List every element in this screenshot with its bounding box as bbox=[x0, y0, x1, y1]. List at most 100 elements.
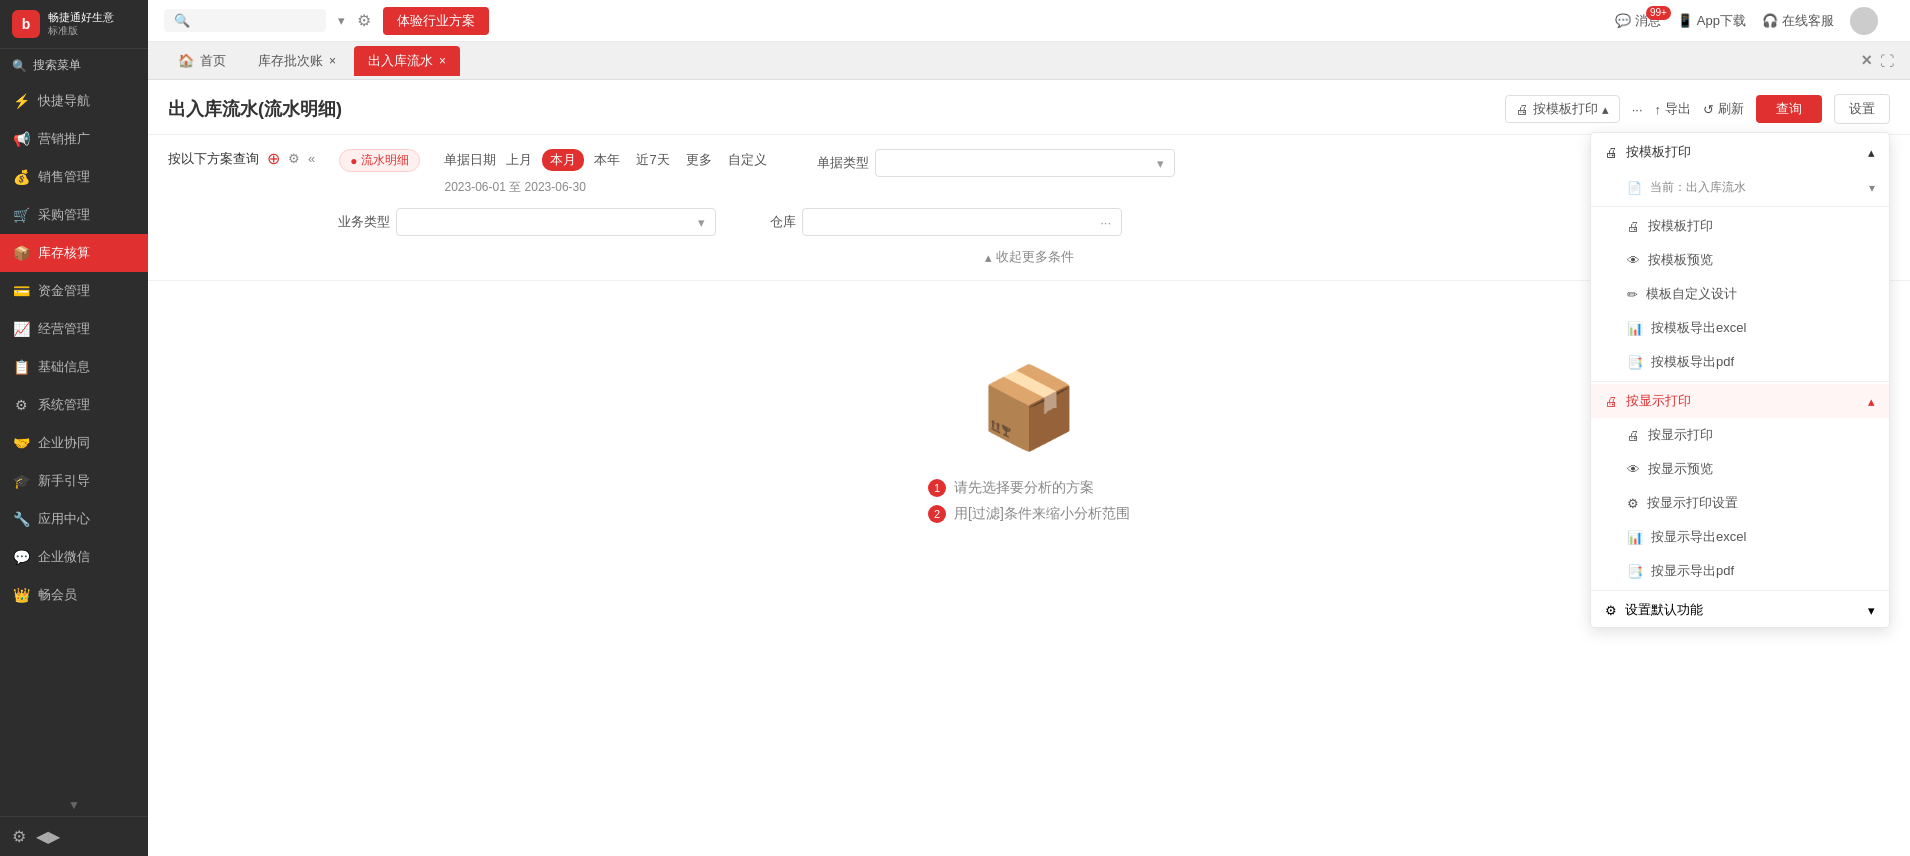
warehouse-select[interactable]: ··· bbox=[802, 208, 1122, 236]
sidebar: b 畅捷通好生意 标准版 🔍 搜索菜单 ⚡ 快捷导航 📢 营销推广 💰 销售管理… bbox=[0, 0, 148, 856]
date-last-month[interactable]: 上月 bbox=[500, 149, 538, 171]
header-search-input[interactable] bbox=[196, 14, 316, 28]
add-filter-icon[interactable]: ⊕ bbox=[267, 149, 280, 168]
display-print-section-header[interactable]: 🖨 按显示打印 ▴ bbox=[1591, 384, 1889, 418]
export-icon: ↑ bbox=[1655, 102, 1662, 117]
sidebar-item-collab[interactable]: 🤝 企业协同 bbox=[0, 424, 148, 462]
dropdown-printer-icon: 🖨 bbox=[1605, 145, 1618, 160]
printer-icon: 🖨 bbox=[1516, 102, 1529, 117]
close-panel-button[interactable]: × bbox=[1861, 50, 1872, 71]
display-preview-item[interactable]: 👁 按显示预览 bbox=[1591, 452, 1889, 486]
display-section-label: 按显示打印 bbox=[1626, 392, 1691, 410]
date-this-month[interactable]: 本月 bbox=[542, 149, 584, 171]
template-pdf-item[interactable]: 📑 按模板导出pdf bbox=[1591, 345, 1889, 379]
header-gear-icon[interactable]: ⚙ bbox=[357, 11, 371, 30]
page-actions: 🖨 按模板打印 ▴ ··· ↑ 导出 ↺ 刷新 查询 设置 bbox=[1505, 94, 1890, 124]
collapse-filter-icon[interactable]: « bbox=[308, 151, 315, 166]
template-preview-item[interactable]: 👁 按模板预览 bbox=[1591, 243, 1889, 277]
template-excel-item[interactable]: 📊 按模板导出excel bbox=[1591, 311, 1889, 345]
sidebar-item-inventory[interactable]: 📦 库存核算 bbox=[0, 234, 148, 272]
export-button[interactable]: ↑ 导出 bbox=[1655, 100, 1692, 118]
filter-tag-label: 流水明细 bbox=[361, 152, 409, 169]
tab-flow-water[interactable]: 出入库流水 × bbox=[354, 46, 460, 76]
ellipsis-icon: ··· bbox=[1632, 102, 1643, 117]
sidebar-item-label: 库存核算 bbox=[38, 244, 90, 262]
user-avatar[interactable] bbox=[1850, 7, 1878, 35]
sales-icon: 💰 bbox=[12, 169, 30, 185]
dropdown-current-template[interactable]: 📄 当前：出入库流水 ▾ bbox=[1591, 171, 1889, 204]
sidebar-item-system[interactable]: ⚙ 系统管理 bbox=[0, 386, 148, 424]
tab-batch-close-icon[interactable]: × bbox=[329, 54, 336, 68]
settings-button[interactable]: 设置 bbox=[1834, 94, 1890, 124]
template-design-item[interactable]: ✏ 模板自定义设计 bbox=[1591, 277, 1889, 311]
app-download-button[interactable]: 📱 App下载 bbox=[1677, 12, 1746, 30]
industry-solution-button[interactable]: 体验行业方案 bbox=[383, 7, 489, 35]
tab-flow-close-icon[interactable]: × bbox=[439, 54, 446, 68]
content-area: 出入库流水(流水明细) 🖨 按模板打印 ▴ ··· ↑ 导出 ↺ 刷新 bbox=[148, 80, 1910, 856]
search-menu[interactable]: 🔍 搜索菜单 bbox=[0, 49, 148, 82]
date-custom[interactable]: 自定义 bbox=[722, 149, 773, 171]
tab-home[interactable]: 🏠 首页 bbox=[164, 46, 240, 76]
filter-tag[interactable]: ● 流水明细 bbox=[339, 149, 420, 172]
headset-icon: 🎧 bbox=[1762, 13, 1778, 28]
header-search-icon: 🔍 bbox=[174, 13, 190, 28]
date-filter-group: 上月 本月 本年 近7天 更多 自定义 bbox=[500, 149, 772, 171]
business-type-select[interactable]: ▾ bbox=[396, 208, 716, 236]
display-pdf-item[interactable]: 📑 按显示导出pdf bbox=[1591, 554, 1889, 588]
more-options-button[interactable]: ··· bbox=[1632, 102, 1643, 117]
sidebar-item-vip[interactable]: 👑 畅会员 bbox=[0, 576, 148, 614]
dropdown-chevron-up-icon: ▴ bbox=[1868, 145, 1875, 160]
voucher-dropdown-icon: ▾ bbox=[1157, 156, 1164, 171]
item-preview-icon: 👁 bbox=[1627, 253, 1640, 268]
sidebar-item-label: 新手引导 bbox=[38, 472, 90, 490]
sidebar-item-guide[interactable]: 🎓 新手引导 bbox=[0, 462, 148, 500]
sidebar-footer: ⚙ ◀▶ bbox=[0, 816, 148, 856]
collapse-sidebar-icon[interactable]: ◀▶ bbox=[36, 827, 60, 846]
date-label: 单据日期 bbox=[444, 151, 496, 169]
filter-settings-icon[interactable]: ⚙ bbox=[288, 151, 300, 166]
message-button[interactable]: 💬 消息 99+ bbox=[1615, 12, 1661, 30]
print-template-button[interactable]: 🖨 按模板打印 ▴ bbox=[1505, 95, 1620, 123]
tab-batch-label: 库存批次账 bbox=[258, 52, 323, 70]
date-more[interactable]: 更多 bbox=[680, 149, 718, 171]
sidebar-item-sales[interactable]: 💰 销售管理 bbox=[0, 158, 148, 196]
guide-icon: 🎓 bbox=[12, 473, 30, 489]
settings-footer-icon[interactable]: ⚙ bbox=[12, 827, 26, 846]
display-settings-item[interactable]: ⚙ 按显示打印设置 bbox=[1591, 486, 1889, 520]
query-button[interactable]: 查询 bbox=[1756, 95, 1822, 123]
sidebar-item-wechat[interactable]: 💬 企业微信 bbox=[0, 538, 148, 576]
default-section-header[interactable]: ⚙ 设置默认功能 ▾ bbox=[1591, 593, 1889, 627]
item-printer-icon: 🖨 bbox=[1627, 219, 1640, 234]
sidebar-item-label: 系统管理 bbox=[38, 396, 90, 414]
header-search-box[interactable]: 🔍 bbox=[164, 9, 326, 32]
marketing-icon: 📢 bbox=[12, 131, 30, 147]
display-settings-icon: ⚙ bbox=[1627, 496, 1639, 511]
sidebar-item-label: 采购管理 bbox=[38, 206, 90, 224]
expand-panel-button[interactable]: ⛶ bbox=[1880, 53, 1894, 69]
sidebar-item-operations[interactable]: 📈 经营管理 bbox=[0, 310, 148, 348]
header-dropdown-icon[interactable]: ▾ bbox=[338, 13, 345, 28]
sidebar-item-basic[interactable]: 📋 基础信息 bbox=[0, 348, 148, 386]
date-this-year[interactable]: 本年 bbox=[588, 149, 626, 171]
dropdown-title: 按模板打印 bbox=[1626, 143, 1691, 161]
display-excel-item[interactable]: 📊 按显示导出excel bbox=[1591, 520, 1889, 554]
tab-batch-account[interactable]: 库存批次账 × bbox=[244, 46, 350, 76]
sidebar-item-marketing[interactable]: 📢 营销推广 bbox=[0, 120, 148, 158]
sidebar-item-apps[interactable]: 🔧 应用中心 bbox=[0, 500, 148, 538]
date-7-days[interactable]: 近7天 bbox=[630, 149, 675, 171]
display-print-item[interactable]: 🖨 按显示打印 bbox=[1591, 418, 1889, 452]
sidebar-item-finance[interactable]: 💳 资金管理 bbox=[0, 272, 148, 310]
operations-icon: 📈 bbox=[12, 321, 30, 337]
online-service-button[interactable]: 🎧 在线客服 bbox=[1762, 12, 1834, 30]
sidebar-item-quick[interactable]: ⚡ 快捷导航 bbox=[0, 82, 148, 120]
sidebar-item-label: 企业微信 bbox=[38, 548, 90, 566]
refresh-button[interactable]: ↺ 刷新 bbox=[1703, 100, 1744, 118]
display-item-label: 按显示导出excel bbox=[1651, 528, 1746, 546]
sidebar-item-purchase[interactable]: 🛒 采购管理 bbox=[0, 196, 148, 234]
item-label: 按模板预览 bbox=[1648, 251, 1713, 269]
template-print-item[interactable]: 🖨 按模板打印 bbox=[1591, 209, 1889, 243]
main-area: 🔍 ▾ ⚙ 体验行业方案 💬 消息 99+ 📱 App下载 🎧 在线客服 bbox=[148, 0, 1910, 856]
voucher-type-select[interactable]: ▾ bbox=[875, 149, 1175, 177]
current-template-icon: 📄 bbox=[1627, 181, 1642, 195]
collapse-up-icon: ▴ bbox=[985, 250, 992, 265]
